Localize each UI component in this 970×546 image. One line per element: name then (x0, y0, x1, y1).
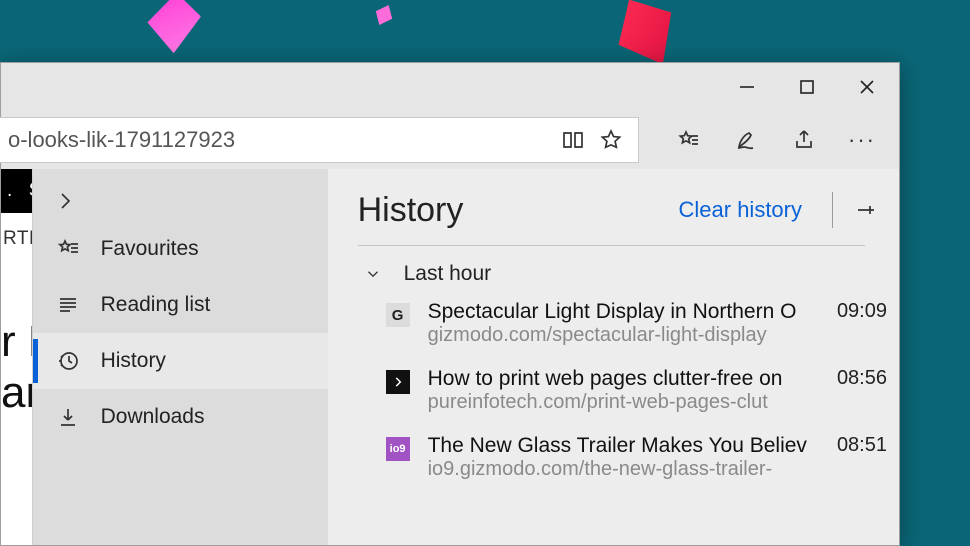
history-entry-title: The New Glass Trailer Makes You Believ (428, 434, 807, 458)
desktop-decoration (140, 0, 205, 57)
sidebar-item-favourites[interactable]: Favourites (33, 221, 328, 277)
ellipsis-icon: ··· (848, 127, 876, 153)
sidebar-item-label: Downloads (101, 405, 205, 429)
sidebar-item-label: Favourites (101, 237, 199, 261)
reading-view-button[interactable] (554, 128, 592, 152)
pin-icon (854, 198, 878, 222)
pin-panel-button[interactable] (833, 198, 899, 222)
hub-flyout: Favourites Reading list History (32, 169, 899, 545)
share-icon (792, 128, 816, 152)
sidebar-item-reading-list[interactable]: Reading list (33, 277, 328, 333)
history-header: History Clear history (358, 177, 899, 243)
minimize-icon (735, 75, 759, 99)
clear-history-link[interactable]: Clear history (679, 192, 833, 228)
browser-window: o-looks-lik-1791127923 ··· (0, 62, 900, 546)
site-subnav[interactable]: RTHER (1, 213, 32, 265)
hub-button[interactable] (659, 117, 717, 163)
history-group-label: Last hour (404, 262, 492, 286)
site-nav-item: . (7, 180, 13, 202)
download-icon (55, 405, 81, 429)
book-icon (561, 128, 585, 152)
reading-list-icon (55, 293, 81, 317)
site-nav-item: SPL (29, 180, 32, 202)
history-entry[interactable]: G Spectacular Light Display in Northern … (386, 290, 895, 357)
star-lines-icon (676, 128, 700, 152)
history-entry-title: Spectacular Light Display in Northern O (428, 300, 807, 324)
close-icon (855, 75, 879, 99)
chevron-right-icon (53, 189, 77, 213)
minimize-button[interactable] (717, 63, 777, 111)
history-entry[interactable]: io9 The New Glass Trailer Makes You Beli… (386, 424, 895, 491)
hub-sidebar: Favourites Reading list History (33, 169, 328, 545)
maximize-icon (795, 75, 819, 99)
webpage-content: . SPL RTHER r Lig an (1, 169, 32, 545)
history-entries: G Spectacular Light Display in Northern … (358, 290, 899, 491)
more-button[interactable]: ··· (833, 117, 891, 163)
notes-button[interactable] (717, 117, 775, 163)
desktop-decoration (371, 1, 397, 29)
favicon (386, 370, 410, 394)
sidebar-item-history[interactable]: History (33, 333, 328, 389)
star-lines-icon (55, 237, 81, 261)
pen-icon (734, 128, 758, 152)
site-topnav[interactable]: . SPL (1, 169, 32, 213)
history-title: History (358, 191, 464, 230)
favorite-button[interactable] (592, 128, 630, 152)
favicon: io9 (386, 437, 410, 461)
history-group-header[interactable]: Last hour (358, 246, 899, 290)
browser-content: . SPL RTHER r Lig an Favo (1, 169, 899, 545)
site-subnav-text: RTHER (3, 228, 32, 250)
hub-history-panel: History Clear history Last hour G Spe (328, 169, 899, 545)
browser-toolbar: o-looks-lik-1791127923 ··· (1, 111, 899, 169)
history-entry-time: 09:09 (825, 300, 895, 323)
history-entry-time: 08:56 (825, 367, 895, 390)
toolbar-actions: ··· (659, 117, 899, 163)
history-entry-url: pureinfotech.com/print-web-pages-clut (428, 391, 807, 414)
sidebar-item-label: Reading list (101, 293, 211, 317)
chevron-down-icon (364, 265, 382, 283)
close-button[interactable] (837, 63, 897, 111)
history-entry-url: gizmodo.com/spectacular-light-display (428, 324, 807, 347)
sidebar-item-downloads[interactable]: Downloads (33, 389, 328, 445)
hub-expand-button[interactable] (33, 181, 328, 221)
history-entry-title: How to print web pages clutter-free on (428, 367, 807, 391)
address-bar-url: o-looks-lik-1791127923 (8, 127, 554, 153)
sidebar-item-label: History (101, 349, 166, 373)
address-bar[interactable]: o-looks-lik-1791127923 (0, 117, 639, 163)
star-icon (599, 128, 623, 152)
share-button[interactable] (775, 117, 833, 163)
history-icon (55, 349, 81, 373)
history-entry[interactable]: How to print web pages clutter-free on p… (386, 357, 895, 424)
maximize-button[interactable] (777, 63, 837, 111)
window-caption-bar (1, 63, 899, 111)
history-entry-time: 08:51 (825, 434, 895, 457)
history-entry-url: io9.gizmodo.com/the-new-glass-trailer- (428, 458, 807, 481)
article-headline: r Lig an (1, 265, 32, 418)
favicon: G (386, 303, 410, 327)
